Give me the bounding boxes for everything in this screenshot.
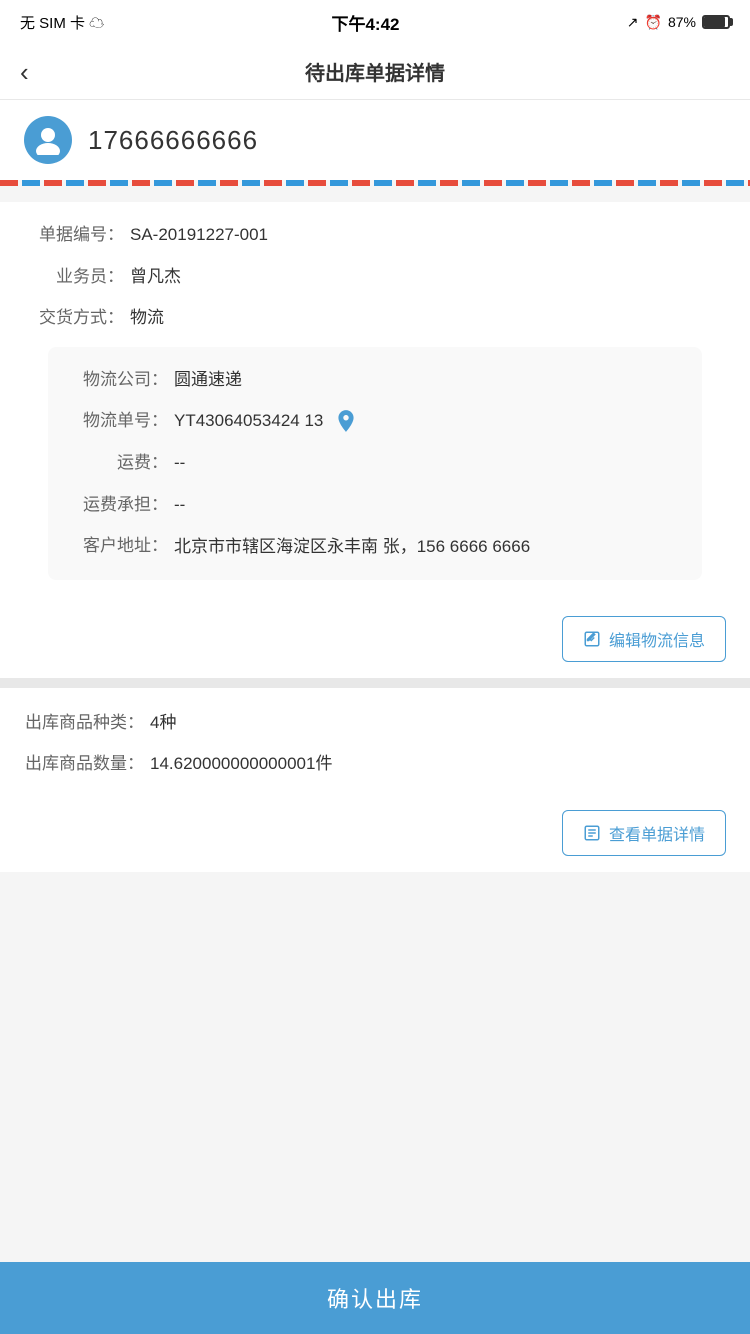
salesman-row: 业务员： 曾凡杰: [24, 264, 726, 290]
logistics-company-label: 物流公司：: [68, 367, 168, 393]
delivery-value: 物流: [130, 305, 726, 331]
edit-btn-container: 编辑物流信息: [0, 600, 750, 678]
person-icon: [33, 125, 63, 155]
sim-status: 无 SIM 卡 ☁: [20, 12, 104, 33]
edit-logistics-label: 编辑物流信息: [609, 627, 705, 651]
section-divider: [0, 678, 750, 688]
status-right: ↗ ⏰ 87%: [627, 14, 730, 31]
view-details-label: 查看单据详情: [609, 821, 705, 845]
logistics-bearer-value: --: [174, 492, 682, 518]
logistics-bearer-label: 运费承担：: [68, 492, 168, 518]
page-title: 待出库单据详情: [305, 57, 445, 86]
empty-space: [0, 872, 750, 1072]
list-icon: [583, 824, 601, 842]
logistics-tracking-row: 物流单号： YT43064053424 13: [68, 408, 682, 434]
delivery-row: 交货方式： 物流: [24, 305, 726, 331]
goods-types-value: 4种: [150, 708, 176, 733]
user-header: 17666666666: [0, 100, 750, 180]
logistics-address-label: 客户地址：: [68, 533, 168, 559]
logistics-bearer-row: 运费承担： --: [68, 492, 682, 518]
view-btn-container: 查看单据详情: [0, 794, 750, 872]
logistics-address-row: 客户地址： 北京市市辖区海淀区永丰南 张，156 6666 6666: [68, 533, 682, 560]
logistics-company-value: 圆通速递: [174, 367, 682, 393]
salesman-label: 业务员：: [24, 264, 124, 290]
dashed-separator: [0, 180, 750, 186]
logistics-tracking-label: 物流单号：: [68, 408, 168, 434]
clock-icon: ⏰: [645, 14, 662, 31]
order-no-row: 单据编号： SA-20191227-001: [24, 222, 726, 248]
status-time: 下午4:42: [331, 10, 399, 35]
confirm-btn-container: 确认出库: [0, 1262, 750, 1334]
goods-section: 出库商品种类： 4种 出库商品数量： 14.620000000000001件: [0, 688, 750, 794]
nav-bar: ‹ 待出库单据详情: [0, 44, 750, 100]
salesman-value: 曾凡杰: [130, 264, 726, 290]
status-bar: 无 SIM 卡 ☁ 下午4:42 ↗ ⏰ 87%: [0, 0, 750, 44]
user-phone: 17666666666: [88, 125, 258, 156]
map-pin-icon: [333, 408, 359, 434]
goods-quantity-value: 14.620000000000001件: [150, 749, 332, 774]
delivery-label: 交货方式：: [24, 305, 124, 331]
edit-logistics-button[interactable]: 编辑物流信息: [562, 616, 726, 662]
view-details-button[interactable]: 查看单据详情: [562, 810, 726, 856]
goods-quantity-label: 出库商品数量：: [24, 749, 144, 774]
battery-icon: [702, 15, 730, 29]
goods-types-row: 出库商品种类： 4种: [24, 708, 726, 733]
logistics-card: 物流公司： 圆通速递 物流单号： YT43064053424 13 运费： --…: [48, 347, 702, 581]
logistics-address-value: 北京市市辖区海淀区永丰南 张，156 6666 6666: [174, 533, 682, 560]
goods-quantity-row: 出库商品数量： 14.620000000000001件: [24, 749, 726, 774]
order-no-label: 单据编号：: [24, 222, 124, 248]
confirm-outbound-button[interactable]: 确认出库: [20, 1282, 730, 1314]
avatar: [24, 116, 72, 164]
status-left: 无 SIM 卡 ☁: [20, 12, 104, 33]
battery-level: 87%: [668, 14, 696, 30]
logistics-freight-row: 运费： --: [68, 450, 682, 476]
location-icon-status: ↗: [627, 14, 639, 31]
logistics-freight-value: --: [174, 450, 682, 476]
edit-icon: [583, 630, 601, 648]
back-button[interactable]: ‹: [20, 59, 29, 85]
logistics-tracking-value: YT43064053424 13: [174, 408, 682, 434]
logistics-company-row: 物流公司： 圆通速递: [68, 367, 682, 393]
logistics-freight-label: 运费：: [68, 450, 168, 476]
order-no-value: SA-20191227-001: [130, 222, 726, 248]
order-info-section: 单据编号： SA-20191227-001 业务员： 曾凡杰 交货方式： 物流 …: [0, 202, 750, 600]
goods-types-label: 出库商品种类：: [24, 708, 144, 733]
